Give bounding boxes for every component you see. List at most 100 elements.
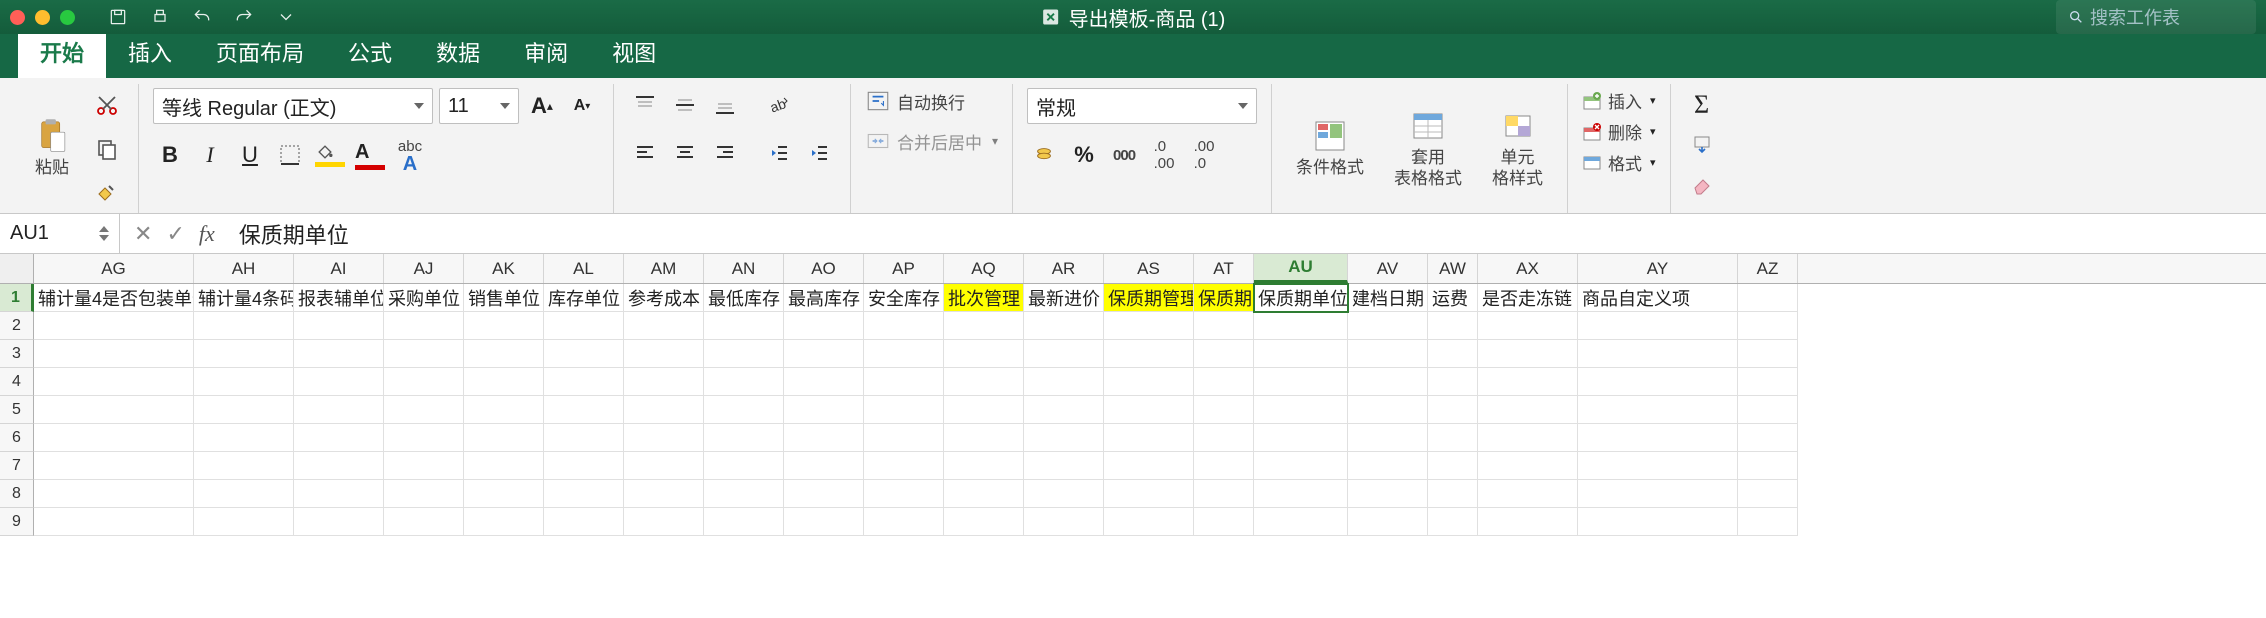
cell-AS8[interactable] bbox=[1104, 480, 1194, 508]
column-header-AO[interactable]: AO bbox=[784, 254, 864, 283]
cell-AL7[interactable] bbox=[544, 452, 624, 480]
cell-AN4[interactable] bbox=[704, 368, 784, 396]
cell-AW6[interactable] bbox=[1428, 424, 1478, 452]
cell-AN7[interactable] bbox=[704, 452, 784, 480]
column-header-AG[interactable]: AG bbox=[34, 254, 194, 283]
cell-AK6[interactable] bbox=[464, 424, 544, 452]
cell-AM3[interactable] bbox=[624, 340, 704, 368]
cell-AO1[interactable]: 最高库存 bbox=[784, 284, 864, 312]
align-top-button[interactable] bbox=[628, 88, 662, 122]
cell-AU7[interactable] bbox=[1254, 452, 1348, 480]
cell-AG5[interactable] bbox=[34, 396, 194, 424]
bold-button[interactable]: B bbox=[153, 138, 187, 172]
cell-AJ6[interactable] bbox=[384, 424, 464, 452]
cell-AP8[interactable] bbox=[864, 480, 944, 508]
cell-AS5[interactable] bbox=[1104, 396, 1194, 424]
cell-AX5[interactable] bbox=[1478, 396, 1578, 424]
cell-AQ3[interactable] bbox=[944, 340, 1024, 368]
column-header-AV[interactable]: AV bbox=[1348, 254, 1428, 283]
autosum-button[interactable]: Σ bbox=[1685, 88, 1719, 122]
cell-AY4[interactable] bbox=[1578, 368, 1738, 396]
row-header-9[interactable]: 9 bbox=[0, 508, 34, 536]
cell-AM4[interactable] bbox=[624, 368, 704, 396]
cell-AT6[interactable] bbox=[1194, 424, 1254, 452]
cell-AJ4[interactable] bbox=[384, 368, 464, 396]
align-bottom-button[interactable] bbox=[708, 88, 742, 122]
cell-AO7[interactable] bbox=[784, 452, 864, 480]
tab-review[interactable]: 审阅 bbox=[502, 28, 590, 78]
cell-AO4[interactable] bbox=[784, 368, 864, 396]
cell-AQ5[interactable] bbox=[944, 396, 1024, 424]
fill-color-button[interactable] bbox=[313, 138, 347, 172]
cell-AY7[interactable] bbox=[1578, 452, 1738, 480]
print-icon[interactable] bbox=[147, 4, 173, 30]
cell-AT9[interactable] bbox=[1194, 508, 1254, 536]
minimize-window-button[interactable] bbox=[35, 10, 50, 25]
fill-button[interactable] bbox=[1685, 128, 1719, 162]
cell-AP5[interactable] bbox=[864, 396, 944, 424]
cell-AT7[interactable] bbox=[1194, 452, 1254, 480]
cell-AS9[interactable] bbox=[1104, 508, 1194, 536]
cell-AR3[interactable] bbox=[1024, 340, 1104, 368]
undo-icon[interactable] bbox=[189, 4, 215, 30]
row-header-1[interactable]: 1 bbox=[0, 284, 34, 312]
cell-AZ9[interactable] bbox=[1738, 508, 1798, 536]
increase-indent-button[interactable] bbox=[802, 136, 836, 170]
accept-formula-button[interactable]: ✓ bbox=[166, 221, 184, 247]
font-name-combo[interactable]: 等线 Regular (正文) bbox=[153, 88, 433, 124]
number-format-combo[interactable]: 常规 bbox=[1027, 88, 1257, 124]
decrease-decimal-button[interactable]: .00.0 bbox=[1187, 138, 1221, 172]
cell-AG3[interactable] bbox=[34, 340, 194, 368]
cell-AM7[interactable] bbox=[624, 452, 704, 480]
comma-style-button[interactable]: 000 bbox=[1107, 138, 1141, 172]
italic-button[interactable]: I bbox=[193, 138, 227, 172]
cell-AR2[interactable] bbox=[1024, 312, 1104, 340]
cell-AV5[interactable] bbox=[1348, 396, 1428, 424]
cell-AK3[interactable] bbox=[464, 340, 544, 368]
column-header-AW[interactable]: AW bbox=[1428, 254, 1478, 283]
cell-AY1[interactable]: 商品自定义项 bbox=[1578, 284, 1738, 312]
cell-AJ8[interactable] bbox=[384, 480, 464, 508]
cell-AI5[interactable] bbox=[294, 396, 384, 424]
decrease-indent-button[interactable] bbox=[762, 136, 796, 170]
cell-AS6[interactable] bbox=[1104, 424, 1194, 452]
phonetic-guide-button[interactable]: abcA bbox=[393, 138, 427, 172]
cell-AW8[interactable] bbox=[1428, 480, 1478, 508]
cell-AI9[interactable] bbox=[294, 508, 384, 536]
cell-AH8[interactable] bbox=[194, 480, 294, 508]
cell-AJ1[interactable]: 采购单位 bbox=[384, 284, 464, 312]
cell-AG6[interactable] bbox=[34, 424, 194, 452]
cell-AX2[interactable] bbox=[1478, 312, 1578, 340]
cell-AG9[interactable] bbox=[34, 508, 194, 536]
fx-icon[interactable]: fx bbox=[199, 221, 215, 247]
column-header-AX[interactable]: AX bbox=[1478, 254, 1578, 283]
cell-AV9[interactable] bbox=[1348, 508, 1428, 536]
cell-AU5[interactable] bbox=[1254, 396, 1348, 424]
cell-AK5[interactable] bbox=[464, 396, 544, 424]
cell-AX8[interactable] bbox=[1478, 480, 1578, 508]
cell-AR7[interactable] bbox=[1024, 452, 1104, 480]
column-header-AL[interactable]: AL bbox=[544, 254, 624, 283]
cell-AT8[interactable] bbox=[1194, 480, 1254, 508]
tab-formulas[interactable]: 公式 bbox=[326, 28, 414, 78]
currency-button[interactable] bbox=[1027, 138, 1061, 172]
cell-AP3[interactable] bbox=[864, 340, 944, 368]
formula-input[interactable]: 保质期单位 bbox=[229, 218, 2266, 250]
cell-AZ5[interactable] bbox=[1738, 396, 1798, 424]
cell-AY2[interactable] bbox=[1578, 312, 1738, 340]
cell-AK9[interactable] bbox=[464, 508, 544, 536]
font-color-button[interactable]: A bbox=[353, 138, 387, 172]
cell-AJ5[interactable] bbox=[384, 396, 464, 424]
cell-AU3[interactable] bbox=[1254, 340, 1348, 368]
paste-button[interactable]: 粘贴 bbox=[24, 88, 80, 209]
zoom-window-button[interactable] bbox=[60, 10, 75, 25]
cell-AU4[interactable] bbox=[1254, 368, 1348, 396]
column-header-AT[interactable]: AT bbox=[1194, 254, 1254, 283]
cell-AT5[interactable] bbox=[1194, 396, 1254, 424]
cell-AO2[interactable] bbox=[784, 312, 864, 340]
cell-AI3[interactable] bbox=[294, 340, 384, 368]
cell-AL8[interactable] bbox=[544, 480, 624, 508]
cell-AU9[interactable] bbox=[1254, 508, 1348, 536]
cell-AU1[interactable]: 保质期单位 bbox=[1254, 284, 1348, 312]
cell-AR5[interactable] bbox=[1024, 396, 1104, 424]
